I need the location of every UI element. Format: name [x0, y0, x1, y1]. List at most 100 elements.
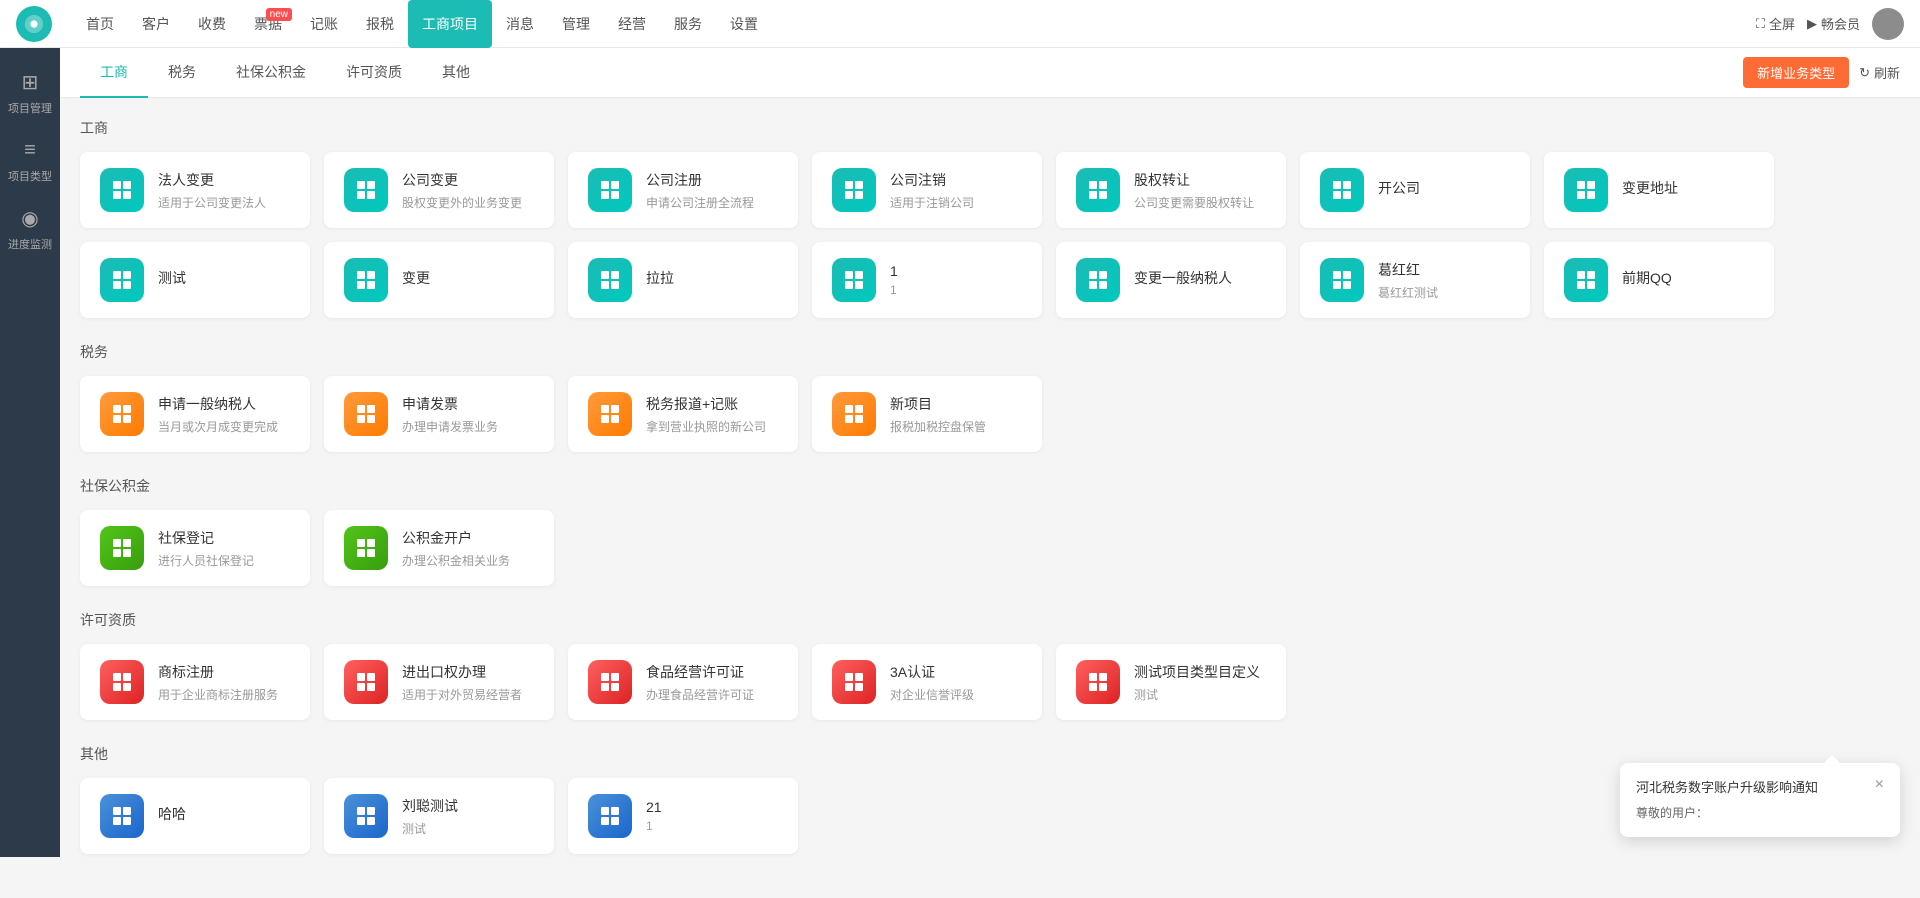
nav-item-设置[interactable]: 设置 [716, 0, 772, 48]
refresh-icon: ↻ [1859, 65, 1870, 81]
tab-工商[interactable]: 工商 [80, 48, 148, 98]
card-公司变更[interactable]: 公司变更股权变更外的业务变更 [324, 152, 554, 228]
nav-item-收费[interactable]: 收费 [184, 0, 240, 48]
sidebar-label-项目管理: 项目管理 [8, 100, 52, 116]
section-社保公积金: 社保公积金社保登记进行人员社保登记公积金开户办理公积金相关业务 [80, 476, 1900, 586]
card-info-21: 211 [646, 799, 778, 833]
refresh-button[interactable]: ↻ 刷新 [1859, 63, 1900, 82]
nav-item-经营[interactable]: 经营 [604, 0, 660, 48]
card-info-哈哈: 哈哈 [158, 804, 290, 828]
card-税务报道+记账[interactable]: 税务报道+记账拿到营业执照的新公司 [568, 376, 798, 452]
card-开公司[interactable]: 开公司 [1300, 152, 1530, 228]
nav-item-服务[interactable]: 服务 [660, 0, 716, 48]
nav-item-客户[interactable]: 客户 [128, 0, 184, 48]
card-法人变更[interactable]: 法人变更适用于公司变更法人 [80, 152, 310, 228]
notification-close-button[interactable]: × [1875, 777, 1884, 793]
card-新项目[interactable]: 新项目报税加税控盘保管 [812, 376, 1042, 452]
card-info-社保登记: 社保登记进行人员社保登记 [158, 528, 290, 569]
card-desc-新项目: 报税加税控盘保管 [890, 418, 1022, 435]
fullscreen-label: 全屏 [1769, 14, 1795, 33]
new-type-button[interactable]: 新增业务类型 [1743, 57, 1849, 88]
card-icon-税务报道+记账 [588, 392, 632, 436]
tab-actions: 新增业务类型 ↻ 刷新 [1743, 57, 1900, 88]
section-title-税务: 税务 [80, 342, 1900, 362]
card-申请发票[interactable]: 申请发票办理申请发票业务 [324, 376, 554, 452]
card-icon-公司注册 [588, 168, 632, 212]
card-公司注册[interactable]: 公司注册申请公司注册全流程 [568, 152, 798, 228]
tab-其他[interactable]: 其他 [422, 48, 490, 98]
tab-社保公积金[interactable]: 社保公积金 [216, 48, 326, 98]
card-icon-拉拉 [588, 258, 632, 302]
card-食品经营许可证[interactable]: 食品经营许可证办理食品经营许可证 [568, 644, 798, 720]
card-申请一般纳税人[interactable]: 申请一般纳税人当月或次月成变更完成 [80, 376, 310, 452]
member-btn[interactable]: ▶ 畅会员 [1807, 14, 1860, 33]
card-name-申请发票: 申请发票 [402, 394, 534, 414]
card-公司注销[interactable]: 公司注销适用于注销公司 [812, 152, 1042, 228]
card-info-变更一般纳税人: 变更一般纳税人 [1134, 268, 1266, 292]
sidebar-icon-项目管理: ⊞ [16, 68, 44, 96]
card-info-葛红红: 葛红红葛红红测试 [1378, 260, 1510, 301]
card-变更[interactable]: 变更 [324, 242, 554, 318]
sidebar-item-项目类型[interactable]: ≡ 项目类型 [0, 126, 60, 194]
card-info-前期QQ: 前期QQ [1622, 268, 1754, 292]
card-哈哈[interactable]: 哈哈 [80, 778, 310, 854]
card-社保登记[interactable]: 社保登记进行人员社保登记 [80, 510, 310, 586]
card-股权转让[interactable]: 股权转让公司变更需要股权转让 [1056, 152, 1286, 228]
nav-item-票据[interactable]: 票据new [240, 0, 296, 48]
card-desc-1: 1 [890, 283, 1022, 297]
cards-grid-工商: 法人变更适用于公司变更法人 公司变更股权变更外的业务变更公司注册申请公司注册全流程… [80, 152, 1900, 318]
card-desc-21: 1 [646, 819, 778, 833]
nav-items: 首页客户收费票据new记账报税工商项目消息管理经营服务设置 [72, 0, 1756, 48]
member-label: 畅会员 [1821, 14, 1860, 33]
card-icon-新项目 [832, 392, 876, 436]
card-info-商标注册: 商标注册用于企业商标注册服务 [158, 662, 290, 703]
card-name-前期QQ: 前期QQ [1622, 268, 1754, 288]
card-info-进出口权办理: 进出口权办理适用于对外贸易经营者 [402, 662, 534, 703]
card-刘聪测试[interactable]: 刘聪测试测试 [324, 778, 554, 854]
card-name-1: 1 [890, 263, 1022, 279]
card-1[interactable]: 11 [812, 242, 1042, 318]
card-测试项目类型目定义[interactable]: 测试项目类型目定义测试 [1056, 644, 1286, 720]
tab-许可资质[interactable]: 许可资质 [326, 48, 422, 98]
card-info-测试项目类型目定义: 测试项目类型目定义测试 [1134, 662, 1266, 703]
card-商标注册[interactable]: 商标注册用于企业商标注册服务 [80, 644, 310, 720]
card-变更一般纳税人[interactable]: 变更一般纳税人 [1056, 242, 1286, 318]
notification-header: 河北税务数字账户升级影响通知 × [1636, 777, 1884, 796]
avatar[interactable] [1872, 8, 1904, 40]
nav-item-管理[interactable]: 管理 [548, 0, 604, 48]
nav-item-消息[interactable]: 消息 [492, 0, 548, 48]
card-测试[interactable]: 测试 [80, 242, 310, 318]
card-icon-3A认证 [832, 660, 876, 704]
card-icon-刘聪测试 [344, 794, 388, 838]
card-3A认证[interactable]: 3A认证对企业信誉评级 [812, 644, 1042, 720]
sidebar-item-项目管理[interactable]: ⊞ 项目管理 [0, 58, 60, 126]
nav-badge-票据: new [266, 8, 292, 21]
card-进出口权办理[interactable]: 进出口权办理适用于对外贸易经营者 [324, 644, 554, 720]
card-变更地址[interactable]: 变更地址 [1544, 152, 1774, 228]
card-desc-税务报道+记账: 拿到营业执照的新公司 [646, 418, 778, 435]
card-name-变更: 变更 [402, 268, 534, 288]
sidebar-icon-进度监测: ◉ [16, 204, 44, 232]
sidebar-label-项目类型: 项目类型 [8, 168, 52, 184]
card-前期QQ[interactable]: 前期QQ [1544, 242, 1774, 318]
card-icon-食品经营许可证 [588, 660, 632, 704]
nav-item-报税[interactable]: 报税 [352, 0, 408, 48]
nav-item-记账[interactable]: 记账 [296, 0, 352, 48]
cards-grid-税务: 申请一般纳税人当月或次月成变更完成申请发票办理申请发票业务税务报道+记账拿到营业… [80, 376, 1900, 452]
card-21[interactable]: 211 [568, 778, 798, 854]
nav-item-首页[interactable]: 首页 [72, 0, 128, 48]
nav-item-工商项目[interactable]: 工商项目 [408, 0, 492, 48]
card-拉拉[interactable]: 拉拉 [568, 242, 798, 318]
sidebar-item-进度监测[interactable]: ◉ 进度监测 [0, 194, 60, 262]
card-desc-食品经营许可证: 办理食品经营许可证 [646, 686, 778, 703]
card-info-公司变更: 公司变更股权变更外的业务变更 [402, 170, 534, 211]
card-公积金开户[interactable]: 公积金开户办理公积金相关业务 [324, 510, 554, 586]
logo[interactable] [16, 6, 52, 42]
tab-税务[interactable]: 税务 [148, 48, 216, 98]
fullscreen-btn[interactable]: ⛶ 全屏 [1756, 14, 1795, 33]
card-name-税务报道+记账: 税务报道+记账 [646, 394, 778, 414]
card-葛红红[interactable]: 葛红红葛红红测试 [1300, 242, 1530, 318]
card-name-刘聪测试: 刘聪测试 [402, 796, 534, 816]
section-税务: 税务申请一般纳税人当月或次月成变更完成申请发票办理申请发票业务税务报道+记账拿到… [80, 342, 1900, 452]
card-name-公司注册: 公司注册 [646, 170, 778, 190]
